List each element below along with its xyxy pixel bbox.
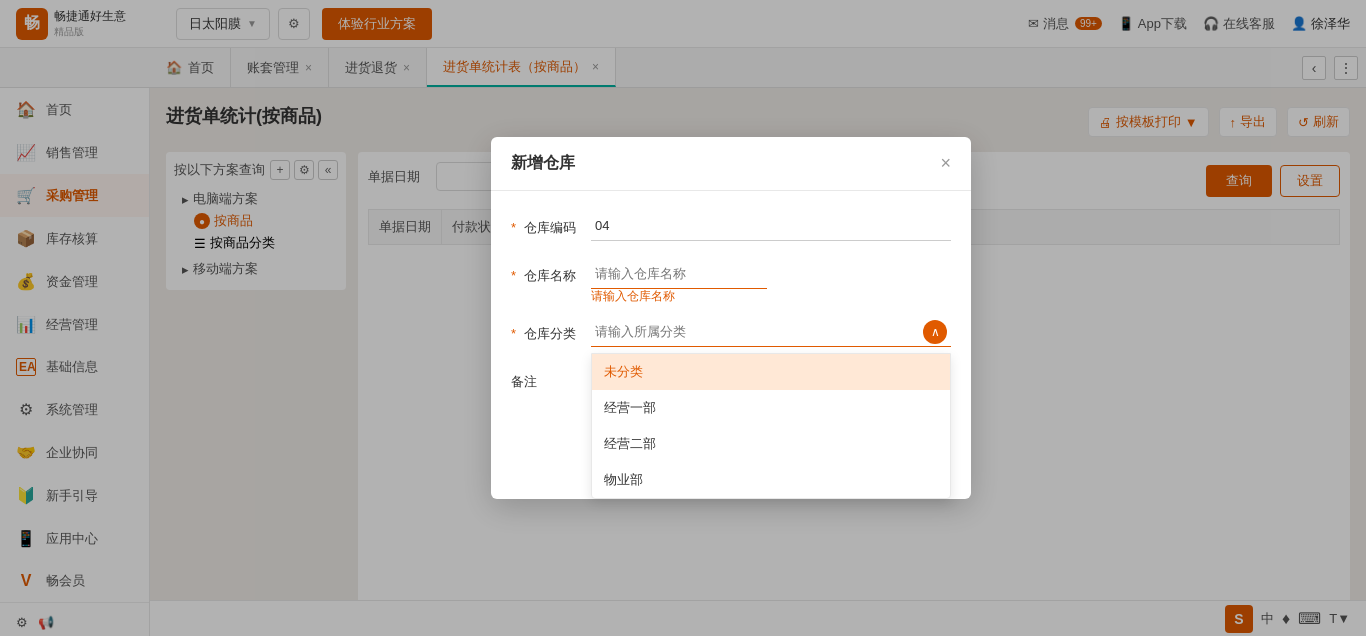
category-dropdown-list: 未分类 经营一部 经营二部 物业部 — [591, 353, 951, 499]
required-star-category: * — [511, 326, 516, 341]
modal-title: 新增仓库 — [511, 153, 575, 174]
remark-label: 备注 — [511, 365, 591, 391]
warehouse-code-input[interactable] — [591, 211, 951, 241]
category-label: * 仓库分类 — [511, 317, 591, 343]
new-warehouse-modal: 新增仓库 × * 仓库编码 * 仓库名称 请输入仓库名称 * — [491, 137, 971, 499]
modal-close-button[interactable]: × — [940, 153, 951, 174]
warehouse-name-input[interactable] — [591, 259, 767, 289]
dropdown-item-uncategorized[interactable]: 未分类 — [592, 354, 950, 390]
modal-body: * 仓库编码 * 仓库名称 请输入仓库名称 * 仓库分类 ∧ — [491, 191, 971, 433]
modal-header: 新增仓库 × — [491, 137, 971, 191]
name-label: * 仓库名称 — [511, 259, 591, 285]
warehouse-name-field: * 仓库名称 请输入仓库名称 — [511, 259, 951, 289]
category-dropdown-arrow[interactable]: ∧ — [923, 320, 947, 344]
warehouse-code-field: * 仓库编码 — [511, 211, 951, 241]
warehouse-category-field: * 仓库分类 ∧ 未分类 经营一部 经营二部 物业部 — [511, 317, 951, 347]
required-star-name: * — [511, 268, 516, 283]
dropdown-item-dept1[interactable]: 经营一部 — [592, 390, 950, 426]
code-label: * 仓库编码 — [511, 211, 591, 237]
name-error-message: 请输入仓库名称 — [591, 288, 675, 305]
dropdown-item-dept2[interactable]: 经营二部 — [592, 426, 950, 462]
category-select-wrapper: ∧ 未分类 经营一部 经营二部 物业部 — [591, 317, 951, 347]
required-star: * — [511, 220, 516, 235]
dropdown-item-dept3[interactable]: 物业部 — [592, 462, 950, 498]
category-input[interactable] — [591, 317, 951, 347]
